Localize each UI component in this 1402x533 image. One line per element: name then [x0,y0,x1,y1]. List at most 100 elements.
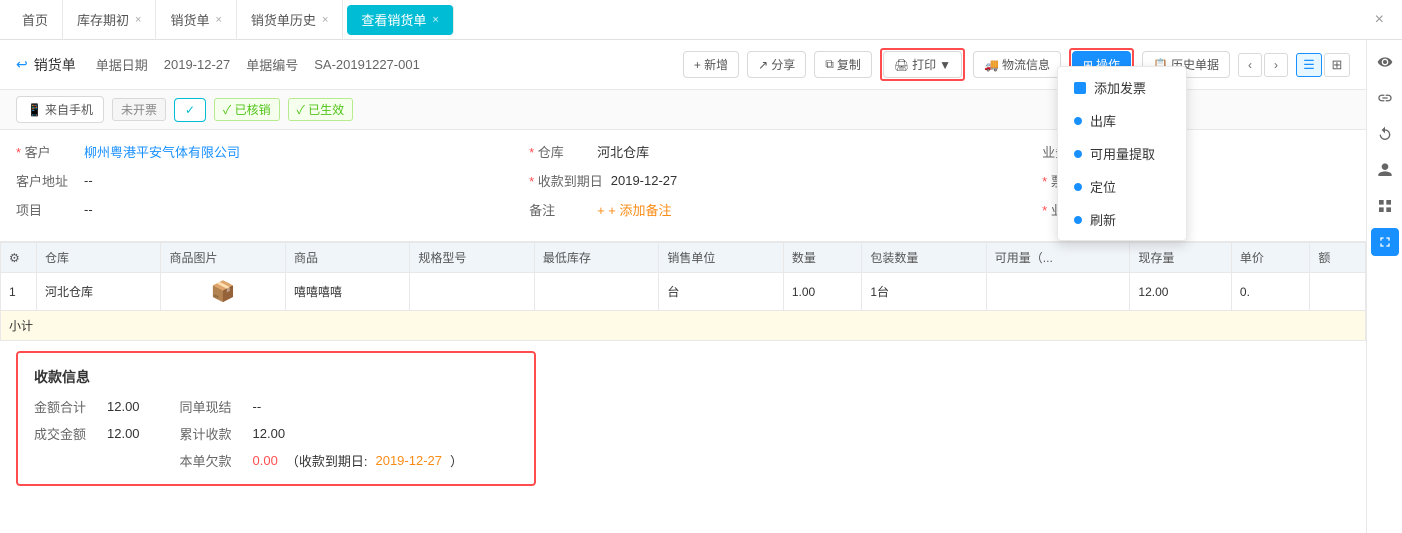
tab-inventory-init-close[interactable]: × [135,14,141,26]
grid-view-button[interactable]: ⊞ [1324,53,1350,77]
warehouse-header: 仓库 [37,243,161,273]
truck-icon: 🚚 [984,58,999,72]
operations-dropdown: 添加发票 出库 可用量提取 定位 刷新 [1057,66,1187,241]
row-quantity: 1.00 [783,273,862,311]
table-row: 1 河北仓库 📦 嘻嘻嘻嘻 台 1.00 1台 12.00 0. [1,273,1366,311]
transaction-value: 12.00 [107,426,140,441]
tab-home[interactable]: 首页 [8,0,63,40]
date-value: 2019-12-27 [164,57,231,72]
dot-icon-locate [1074,183,1082,191]
transaction-row: 成交金额 12.00 [34,424,140,443]
current-owed-row: 本单欠款 0.00 （收款到期日: 2019-12-27 ） [180,451,463,470]
sidebar-link-icon[interactable] [1371,84,1399,112]
current-owed-value: 0.00 [253,453,278,468]
tab-sales-history-close[interactable]: × [322,14,328,26]
verified-status: ✓ 已核销 [214,98,280,121]
dot-icon-available [1074,150,1082,158]
logistics-button[interactable]: 🚚 物流信息 [973,51,1061,78]
table-header-row: ⚙ 仓库 商品图片 商品 规格型号 最低库存 销售单位 数量 包装数量 可用量（… [1,243,1366,273]
print-button[interactable]: 🖨 打印 ▼ [883,51,962,78]
confirm-button[interactable]: ✓ [174,98,206,122]
menu-item-locate[interactable]: 定位 [1058,170,1186,203]
project-value: -- [84,202,93,217]
row-unit-price: 0. [1231,273,1310,311]
form-actions: + 新增 ↗ 分享 ⧉ 复制 🖨 打印 ▼ 🚚 [683,48,1350,81]
sidebar-expand-icon[interactable] [1371,228,1399,256]
page-wrapper: 首页 库存期初 × 销货单 × 销货单历史 × 查看销货单 × × ↩ 销货单 … [0,0,1402,533]
sidebar-rotate-icon[interactable] [1371,120,1399,148]
effective-status: ✓ 已生效 [288,98,354,121]
right-sidebar [1366,40,1402,533]
transaction-label: 成交金额 [34,424,99,443]
share-icon: ↗ [758,58,768,72]
row-image: 📦 [161,273,285,311]
sidebar-user-icon[interactable] [1371,156,1399,184]
available-header: 可用量（... [986,243,1130,273]
share-button[interactable]: ↗ 分享 [747,51,806,78]
due-date-value: 2019-12-27 [375,453,442,468]
row-index: 1 [1,273,37,311]
payment-col-2: 同单现结 -- 累计收款 12.00 本单欠款 0.00 （收款到期日: 201… [180,397,463,470]
form-title: 销货单 [34,55,76,75]
row-amount [1310,273,1366,311]
tab-view-sales[interactable]: 查看销货单 × [347,5,453,35]
row-package-qty: 1台 [862,273,986,311]
copy-button[interactable]: ⧉ 复制 [814,51,872,78]
tab-view-sales-close[interactable]: × [432,14,438,26]
min-stock-header: 最低库存 [534,243,658,273]
project-group: 项目 -- [16,200,529,219]
prev-arrow[interactable]: ‹ [1238,53,1262,77]
payment-col-1: 金额合计 12.00 成交金额 12.00 [34,397,140,470]
sidebar-eye-icon[interactable] [1371,48,1399,76]
spec-header: 规格型号 [410,243,534,273]
menu-item-available-qty[interactable]: 可用量提取 [1058,137,1186,170]
list-view-button[interactable]: ☰ [1296,53,1322,77]
window-close-button[interactable]: × [1365,11,1394,29]
unit-price-header: 单价 [1231,243,1310,273]
total-row: 金额合计 12.00 [34,397,140,416]
next-arrow[interactable]: › [1264,53,1288,77]
cumulative-row: 累计收款 12.00 [180,424,463,443]
note-label: 备注 [529,200,589,219]
form-meta: 单据日期 2019-12-27 单据编号 SA-20191227-001 [96,55,420,74]
print-dropdown-arrow: ▼ [939,58,951,72]
not-open-status: 未开票 [112,98,166,121]
menu-item-outbound[interactable]: 出库 [1058,104,1186,137]
product-header: 商品 [285,243,409,273]
nav-arrows: ‹ › [1238,53,1288,77]
payment-rows: 金额合计 12.00 成交金额 12.00 同单现结 -- 累计收款 [34,397,518,470]
date-label: 单据日期 [96,55,148,74]
cumulative-label: 累计收款 [180,424,245,443]
payment-date-label: 收款到期日 [529,171,603,190]
tab-sales-order-close[interactable]: × [215,14,221,26]
phone-icon: 📱 [27,103,42,117]
tab-bar: 首页 库存期初 × 销货单 × 销货单历史 × 查看销货单 × × [0,0,1402,40]
payment-date-value: 2019-12-27 [611,173,678,188]
phone-button[interactable]: 📱 来自手机 [16,96,104,123]
package-qty-header: 包装数量 [862,243,986,273]
current-stock-header: 现存量 [1130,243,1231,273]
same-order-value: -- [253,399,262,414]
menu-item-add-invoice[interactable]: 添加发票 [1058,71,1186,104]
menu-item-refresh[interactable]: 刷新 [1058,203,1186,236]
gear-header[interactable]: ⚙ [1,243,37,273]
amount-header: 额 [1310,243,1366,273]
row-sales-unit: 台 [659,273,783,311]
add-note-icon: + [597,203,605,218]
new-button[interactable]: + 新增 [683,51,739,78]
form-icon: ↩ [16,56,28,73]
add-note-button[interactable]: + + 添加备注 [597,200,671,219]
sales-unit-header: 销售单位 [659,243,783,273]
view-toggle: ☰ ⊞ [1296,53,1350,77]
tab-inventory-init[interactable]: 库存期初 × [63,0,156,40]
customer-value[interactable]: 柳州粤港平安气体有限公司 [84,142,240,161]
row-spec [410,273,534,311]
total-value: 12.00 [107,399,140,414]
tab-sales-order[interactable]: 销货单 × [156,0,236,40]
number-value: SA-20191227-001 [314,57,420,72]
tab-sales-history[interactable]: 销货单历史 × [237,0,343,40]
payment-title: 收款信息 [34,367,518,387]
row-available [986,273,1130,311]
row-product: 嘻嘻嘻嘻 [285,273,409,311]
sidebar-table-icon[interactable] [1371,192,1399,220]
